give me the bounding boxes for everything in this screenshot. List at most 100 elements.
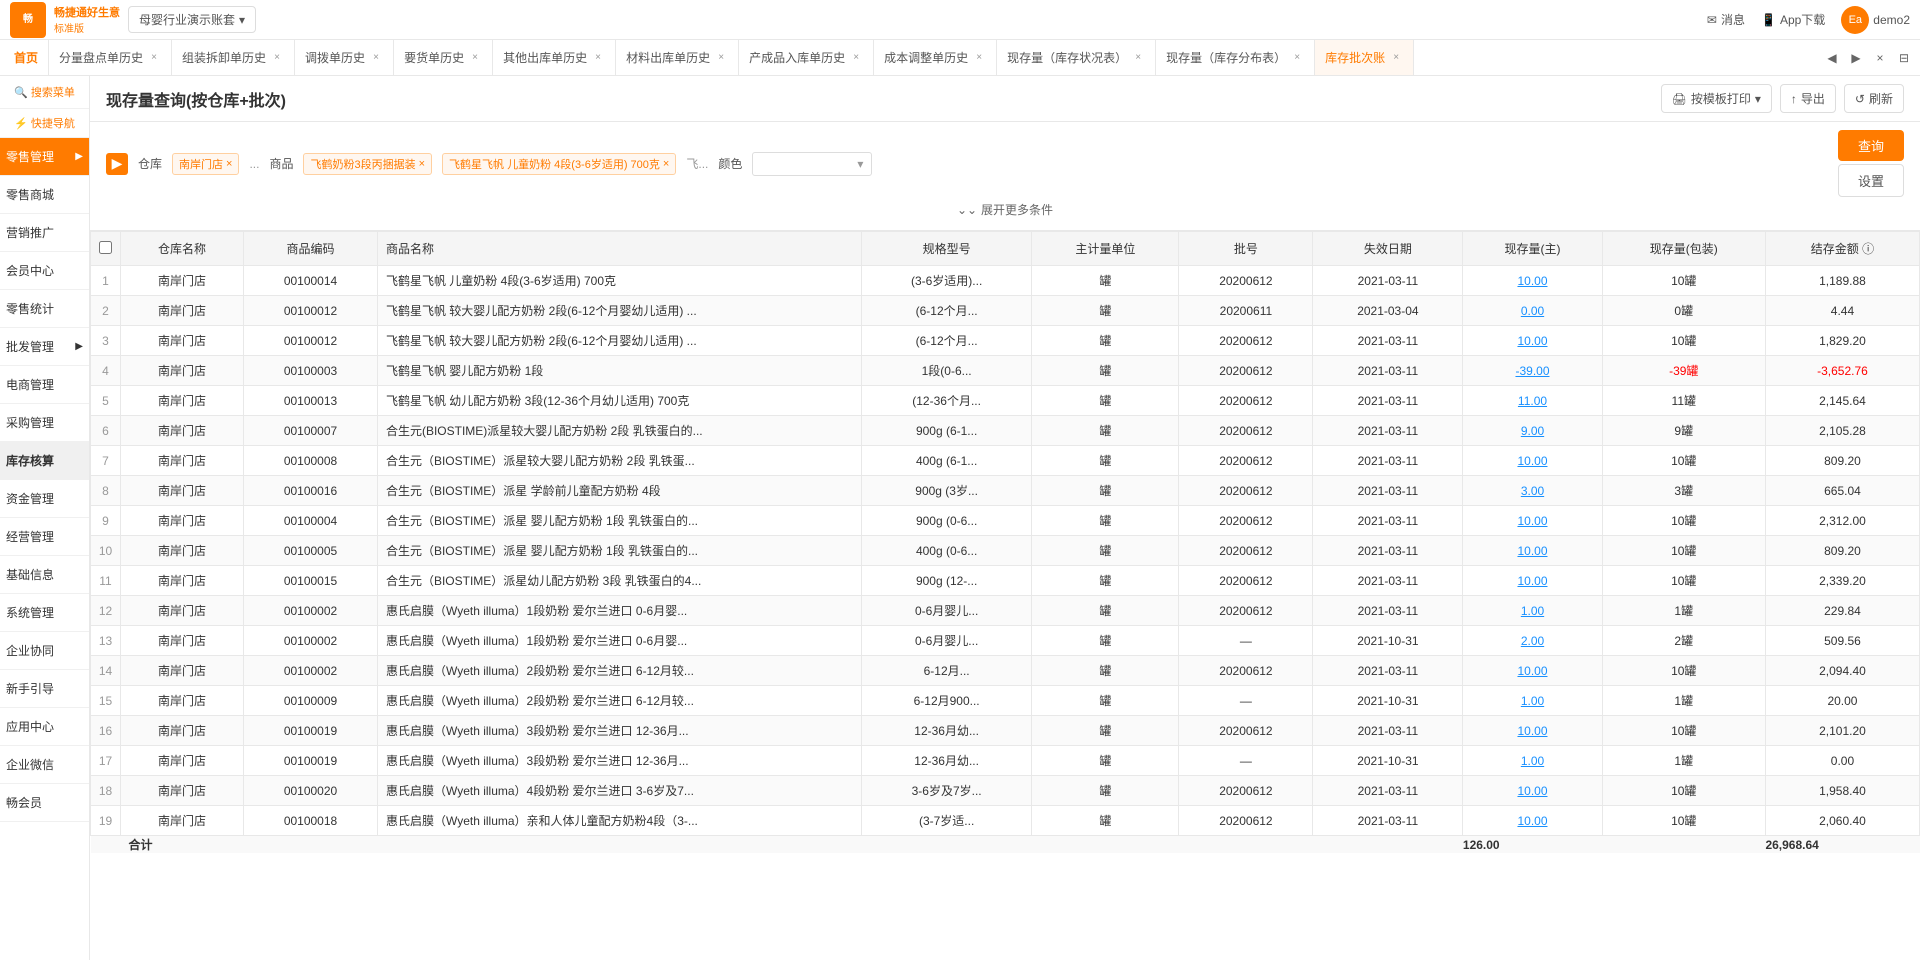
col-qty-main: 现存量(主): [1463, 232, 1602, 266]
tab-6[interactable]: 材料出库单历史 ×: [616, 40, 739, 76]
cell-amount: 2,094.40: [1765, 656, 1919, 686]
filter-expand-btn[interactable]: ▶: [106, 153, 128, 175]
expand-more-btn[interactable]: ⌄⌄ 展开更多条件: [106, 197, 1904, 222]
tab-10[interactable]: 现存量（库存分布表） ×: [1156, 40, 1315, 76]
message-btn[interactable]: ✉ 消息: [1707, 11, 1745, 28]
tab-home[interactable]: 首页: [4, 40, 49, 76]
tab-7-close[interactable]: ×: [849, 51, 863, 65]
product-filter-tag-1[interactable]: 飞鹤奶粉3段丙捆据装 ×: [303, 153, 432, 175]
cell-warehouse: 南岸门店: [121, 686, 244, 716]
cell-qty-main[interactable]: 1.00: [1463, 596, 1602, 626]
product-tag-1-remove[interactable]: ×: [419, 158, 425, 170]
cell-qty-main[interactable]: 10.00: [1463, 776, 1602, 806]
tab-1-close[interactable]: ×: [147, 51, 161, 65]
warehouse-filter-tag[interactable]: 南岸门店 ×: [172, 153, 239, 175]
color-select[interactable]: ▾: [752, 152, 872, 176]
refresh-label: 刷新: [1869, 90, 1893, 107]
cell-qty-main[interactable]: 10.00: [1463, 446, 1602, 476]
cell-qty-main[interactable]: 1.00: [1463, 746, 1602, 776]
tab-8-close[interactable]: ×: [972, 51, 986, 65]
cell-expire: 2021-03-11: [1313, 656, 1463, 686]
sidebar-item-retail-shop[interactable]: 零售商城: [0, 176, 89, 214]
sidebar-item-wholesale[interactable]: 批发管理 ▶: [0, 328, 89, 366]
cell-qty-main[interactable]: 10.00: [1463, 656, 1602, 686]
cell-batch: 20200612: [1179, 716, 1313, 746]
tab-11[interactable]: 库存批次账 ×: [1315, 40, 1414, 76]
tab-5-close[interactable]: ×: [591, 51, 605, 65]
export-btn[interactable]: ↑ 导出: [1780, 84, 1836, 113]
cell-warehouse: 南岸门店: [121, 296, 244, 326]
template-print-btn[interactable]: 🖨 按模板打印 ▾: [1661, 84, 1772, 113]
sidebar-item-inventory[interactable]: 库存核算: [0, 442, 89, 480]
cell-qty-main[interactable]: 1.00: [1463, 686, 1602, 716]
sidebar-item-member[interactable]: 会员中心: [0, 252, 89, 290]
cell-qty-main[interactable]: 3.00: [1463, 476, 1602, 506]
cell-qty-main[interactable]: 10.00: [1463, 326, 1602, 356]
product-more[interactable]: 飞...: [686, 155, 708, 172]
cell-qty-main[interactable]: 10.00: [1463, 536, 1602, 566]
cell-qty-main[interactable]: 11.00: [1463, 386, 1602, 416]
tab-next-btn[interactable]: ▶: [1844, 46, 1868, 70]
cell-qty-main[interactable]: 9.00: [1463, 416, 1602, 446]
tab-1[interactable]: 分量盘点单历史 ×: [49, 40, 172, 76]
refresh-btn[interactable]: ↺ 刷新: [1844, 84, 1904, 113]
sidebar-quick-nav[interactable]: ⚡ 快捷导航: [0, 109, 89, 138]
workspace-selector[interactable]: 母婴行业演示账套 ▾: [128, 6, 256, 33]
sidebar-item-basic-info[interactable]: 基础信息: [0, 556, 89, 594]
sidebar-item-purchase[interactable]: 采购管理: [0, 404, 89, 442]
product-filter-tag-2[interactable]: 飞鹤星飞帆 儿童奶粉 4段(3-6岁适用) 700克 ×: [442, 153, 676, 175]
tab-9[interactable]: 现存量（库存状况表） ×: [997, 40, 1156, 76]
sidebar-item-appcenter[interactable]: 应用中心: [0, 708, 89, 746]
tab-prev-btn[interactable]: ◀: [1820, 46, 1844, 70]
tab-10-close[interactable]: ×: [1290, 51, 1304, 65]
sidebar-item-ecommerce[interactable]: 电商管理: [0, 366, 89, 404]
cell-warehouse: 南岸门店: [121, 806, 244, 836]
sidebar-search[interactable]: 🔍 搜索菜单: [0, 76, 89, 109]
tab-more-btn[interactable]: ⊟: [1892, 46, 1916, 70]
select-all-checkbox[interactable]: [99, 241, 112, 254]
sidebar-item-membership[interactable]: 畅会员: [0, 784, 89, 822]
warehouse-remove-icon[interactable]: ×: [226, 158, 232, 170]
table-row: 15 南岸门店 00100009 惠氏启膜（Wyeth illuma）2段奶粉 …: [91, 686, 1920, 716]
dropdown-arrow: ▾: [239, 13, 245, 27]
product-tag-2-remove[interactable]: ×: [663, 158, 669, 170]
table-row: 18 南岸门店 00100020 惠氏启膜（Wyeth illuma）4段奶粉 …: [91, 776, 1920, 806]
sidebar-item-retail-mgmt[interactable]: 零售管理 ▶: [0, 138, 89, 176]
sidebar-item-operations[interactable]: 经营管理: [0, 518, 89, 556]
sidebar-item-marketing[interactable]: 营销推广: [0, 214, 89, 252]
tab-4[interactable]: 要货单历史 ×: [394, 40, 493, 76]
warehouse-more[interactable]: ...: [249, 157, 259, 171]
settings-btn[interactable]: 设置: [1838, 164, 1904, 197]
tab-8[interactable]: 成本调整单历史 ×: [874, 40, 997, 76]
tab-2[interactable]: 组装拆卸单历史 ×: [172, 40, 295, 76]
tab-close-current-btn[interactable]: ×: [1868, 46, 1892, 70]
cell-qty-main[interactable]: 10.00: [1463, 566, 1602, 596]
app-download-btn[interactable]: 📱 App下载: [1761, 11, 1825, 28]
cell-qty-main[interactable]: 10.00: [1463, 716, 1602, 746]
tab-5[interactable]: 其他出库单历史 ×: [493, 40, 616, 76]
cell-qty-main[interactable]: 0.00: [1463, 296, 1602, 326]
tab-4-close[interactable]: ×: [468, 51, 482, 65]
tab-7[interactable]: 产成品入库单历史 ×: [739, 40, 874, 76]
cell-qty-main[interactable]: 10.00: [1463, 266, 1602, 296]
tab-9-close[interactable]: ×: [1131, 51, 1145, 65]
cell-qty-main[interactable]: 10.00: [1463, 506, 1602, 536]
sidebar-item-collab[interactable]: 企业协同: [0, 632, 89, 670]
tab-11-close[interactable]: ×: [1389, 51, 1403, 65]
search-btn[interactable]: 查询: [1838, 130, 1904, 161]
sidebar-item-newguide[interactable]: 新手引导: [0, 670, 89, 708]
sidebar-item-system[interactable]: 系统管理: [0, 594, 89, 632]
cell-qty-main[interactable]: 2.00: [1463, 626, 1602, 656]
sidebar-item-finance[interactable]: 资金管理: [0, 480, 89, 518]
tab-6-close[interactable]: ×: [714, 51, 728, 65]
cell-qty-main[interactable]: 10.00: [1463, 806, 1602, 836]
sidebar-item-wxwork[interactable]: 企业微信: [0, 746, 89, 784]
tab-2-close[interactable]: ×: [270, 51, 284, 65]
tab-3[interactable]: 调拨单历史 ×: [295, 40, 394, 76]
sidebar-item-retail-stats[interactable]: 零售统计: [0, 290, 89, 328]
cell-qty-main[interactable]: -39.00: [1463, 356, 1602, 386]
sidebar-item-newguide-label: 新手引导: [6, 680, 54, 697]
tab-3-label: 调拨单历史: [305, 49, 365, 66]
tab-3-close[interactable]: ×: [369, 51, 383, 65]
user-area[interactable]: Ea demo2: [1841, 6, 1910, 34]
